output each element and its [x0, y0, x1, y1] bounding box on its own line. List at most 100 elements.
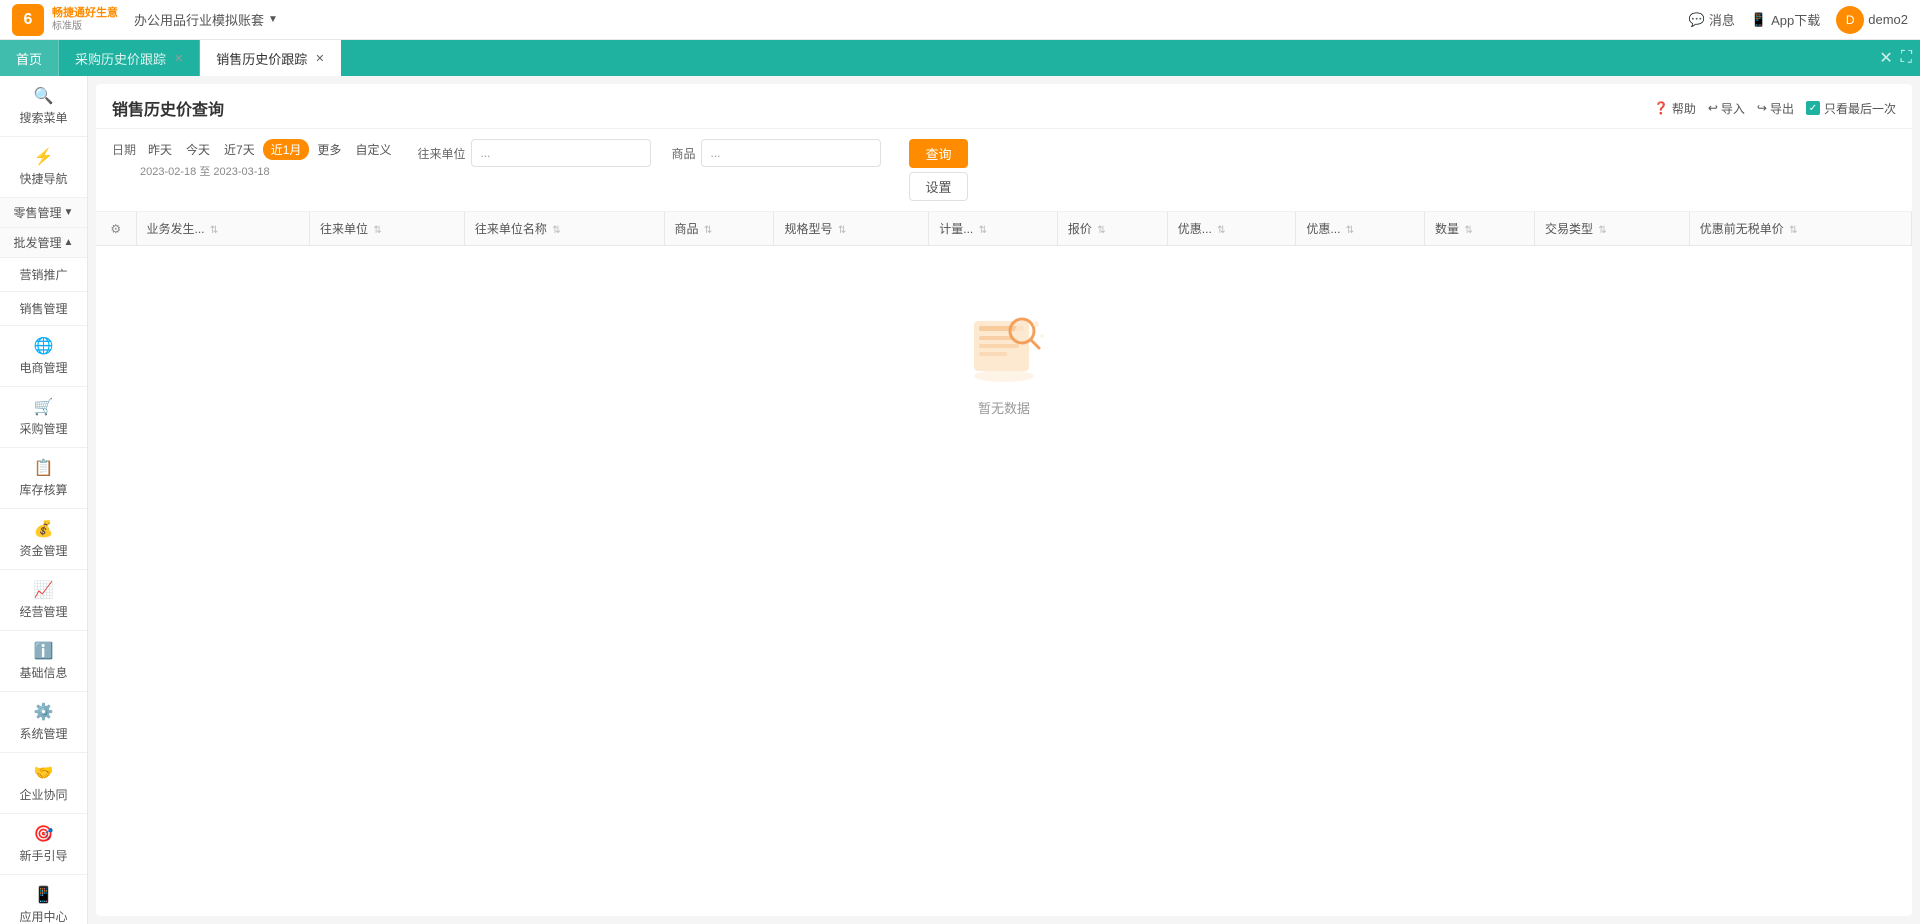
date-btn-yesterday[interactable]: 昨天: [142, 139, 178, 160]
sidebar-item-shortcut[interactable]: ⚡ 快捷导航: [0, 137, 87, 198]
workspace-selector[interactable]: 办公用品行业模拟账套 ▼: [126, 6, 286, 33]
inventory-icon: 📋: [34, 458, 54, 478]
col-quote[interactable]: 报价 ⇅: [1057, 212, 1167, 246]
close-all-tabs-btn[interactable]: ✕: [1879, 48, 1892, 68]
help-icon: ❓: [1654, 101, 1669, 115]
sidebar-item-system[interactable]: ⚙️ 系统管理: [0, 692, 87, 753]
sort-icon: ⇅: [1097, 225, 1105, 236]
goods-input[interactable]: ...: [701, 139, 881, 167]
sort-icon: ⇅: [210, 225, 218, 236]
guide-icon: 🎯: [34, 824, 54, 844]
maximize-btn[interactable]: ⛶: [1901, 49, 1912, 67]
help-link[interactable]: ❓ 帮助: [1654, 100, 1696, 117]
message-btn[interactable]: 💬 消息: [1689, 10, 1735, 29]
col-spec[interactable]: 规格型号 ⇅: [774, 212, 929, 246]
query-button[interactable]: 查询: [909, 139, 967, 168]
col-settings: ⚙: [96, 212, 136, 246]
sidebar-item-marketing[interactable]: 营销推广: [0, 258, 87, 292]
sidebar-item-appstore[interactable]: 📱 应用中心: [0, 875, 87, 924]
page-header: 销售历史价查询 ❓ 帮助 ↩ 导入 ↪ 导出: [96, 84, 1912, 129]
sort-icon: ⇅: [1789, 225, 1797, 236]
col-partner-code[interactable]: 往来单位 ⇅: [310, 212, 465, 246]
sort-icon: ⇅: [838, 225, 846, 236]
sidebar-item-purchase[interactable]: 🛒 采购管理: [0, 387, 87, 448]
download-icon: 📱: [1751, 12, 1767, 28]
col-unit[interactable]: 计量... ⇅: [929, 212, 1058, 246]
col-qty[interactable]: 数量 ⇅: [1425, 212, 1535, 246]
col-partner-name[interactable]: 往来单位名称 ⇅: [464, 212, 664, 246]
sidebar-item-inventory[interactable]: 📋 库存核算: [0, 448, 87, 509]
finance-icon: 💰: [34, 519, 54, 539]
date-btn-7days[interactable]: 近7天: [218, 139, 261, 160]
tab-purchase-history[interactable]: 采购历史价跟踪 ✕: [59, 40, 200, 76]
sidebar-item-retail[interactable]: 零售管理 ▼: [0, 198, 87, 228]
sort-icon: ⇅: [1598, 225, 1606, 236]
sort-icon: ⇅: [979, 225, 987, 236]
sidebar: 🔍 搜索菜单 ⚡ 快捷导航 零售管理 ▼ 批发管理 ▲ 营销推广 销售管理 🌐 …: [0, 76, 88, 924]
enterprise-icon: 🤝: [34, 763, 54, 783]
sort-icon: ⇅: [704, 225, 712, 236]
sidebar-item-operations[interactable]: 📈 经营管理: [0, 570, 87, 631]
search-icon: 🔍: [34, 86, 54, 106]
checkbox-teal-icon: [1806, 101, 1820, 115]
sidebar-item-wholesale[interactable]: 批发管理 ▲: [0, 228, 87, 258]
sort-icon: ⇅: [552, 225, 560, 236]
sidebar-item-sales[interactable]: 销售管理: [0, 292, 87, 326]
shortcut-icon: ⚡: [34, 147, 54, 167]
app-download-btn[interactable]: 📱 App下载: [1751, 10, 1820, 29]
gear-icon[interactable]: ⚙: [110, 222, 121, 236]
sidebar-item-search[interactable]: 🔍 搜索菜单: [0, 76, 87, 137]
system-icon: ⚙️: [34, 702, 54, 722]
top-bar: 6 畅捷通好生意 标准版 办公用品行业模拟账套 ▼ 💬 消息 📱 App下载 D…: [0, 0, 1920, 40]
table-wrapper: ⚙ 业务发生... ⇅ 往来单位 ⇅: [96, 212, 1912, 916]
col-goods[interactable]: 商品 ⇅: [664, 212, 774, 246]
avatar: D: [1836, 6, 1864, 34]
page-actions: ❓ 帮助 ↩ 导入 ↪ 导出 只看最后一次: [1654, 100, 1896, 117]
chevron-down-icon: ▼: [268, 14, 278, 25]
empty-state: 暂无数据: [96, 246, 1912, 477]
import-link[interactable]: ↩ 导入: [1708, 100, 1745, 117]
col-discount1[interactable]: 优惠... ⇅: [1167, 212, 1296, 246]
col-discount2[interactable]: 优惠... ⇅: [1296, 212, 1425, 246]
page-title: 销售历史价查询: [112, 96, 224, 120]
only-latest-checkbox[interactable]: 只看最后一次: [1806, 100, 1896, 117]
chevron-down-icon: ▼: [64, 207, 74, 218]
close-purchase-history-tab[interactable]: ✕: [174, 52, 183, 65]
partner-input[interactable]: ...: [471, 139, 651, 167]
sidebar-item-enterprise[interactable]: 🤝 企业协同: [0, 753, 87, 814]
date-btn-more[interactable]: 更多: [311, 139, 347, 160]
partner-input-dots: ...: [480, 146, 490, 160]
sort-icon: ⇅: [1346, 225, 1354, 236]
sidebar-item-guide[interactable]: 🎯 新手引导: [0, 814, 87, 875]
export-link[interactable]: ↪ 导出: [1757, 100, 1794, 117]
sidebar-item-basic[interactable]: ℹ️ 基础信息: [0, 631, 87, 692]
app-name-line1: 畅捷通好生意: [52, 6, 118, 20]
sidebar-item-ecommerce[interactable]: 🌐 电商管理: [0, 326, 87, 387]
tab-home[interactable]: 首页: [0, 40, 59, 76]
sales-history-tab-label: 销售历史价跟踪: [216, 49, 307, 68]
col-biz-date[interactable]: 业务发生... ⇅: [136, 212, 310, 246]
chevron-up-icon: ▲: [64, 237, 74, 248]
sidebar-item-finance[interactable]: 💰 资金管理: [0, 509, 87, 570]
app-name-line2: 标准版: [52, 20, 118, 33]
col-pretax-price[interactable]: 优惠前无税单价 ⇅: [1689, 212, 1911, 246]
settings-button[interactable]: 设置: [909, 172, 967, 201]
col-deal-type[interactable]: 交易类型 ⇅: [1534, 212, 1689, 246]
ecommerce-icon: 🌐: [34, 336, 54, 356]
date-btn-custom[interactable]: 自定义: [349, 139, 397, 160]
sort-icon: ⇅: [1464, 225, 1472, 236]
date-btn-today[interactable]: 今天: [180, 139, 216, 160]
empty-text: 暂无数据: [978, 398, 1030, 417]
user-menu[interactable]: D demo2: [1836, 6, 1908, 34]
purchase-icon: 🛒: [34, 397, 54, 417]
date-btn-1month[interactable]: 近1月: [263, 139, 310, 160]
operations-icon: 📈: [34, 580, 54, 600]
empty-illustration: [954, 306, 1054, 386]
export-icon: ↪: [1757, 101, 1767, 115]
goods-input-dots: ...: [710, 146, 720, 160]
close-sales-history-tab[interactable]: ✕: [315, 52, 324, 65]
home-tab-label: 首页: [16, 49, 42, 68]
tab-sales-history[interactable]: 销售历史价跟踪 ✕: [200, 40, 341, 76]
main-layout: 🔍 搜索菜单 ⚡ 快捷导航 零售管理 ▼ 批发管理 ▲ 营销推广 销售管理 🌐 …: [0, 76, 1920, 924]
import-icon: ↩: [1708, 101, 1718, 115]
